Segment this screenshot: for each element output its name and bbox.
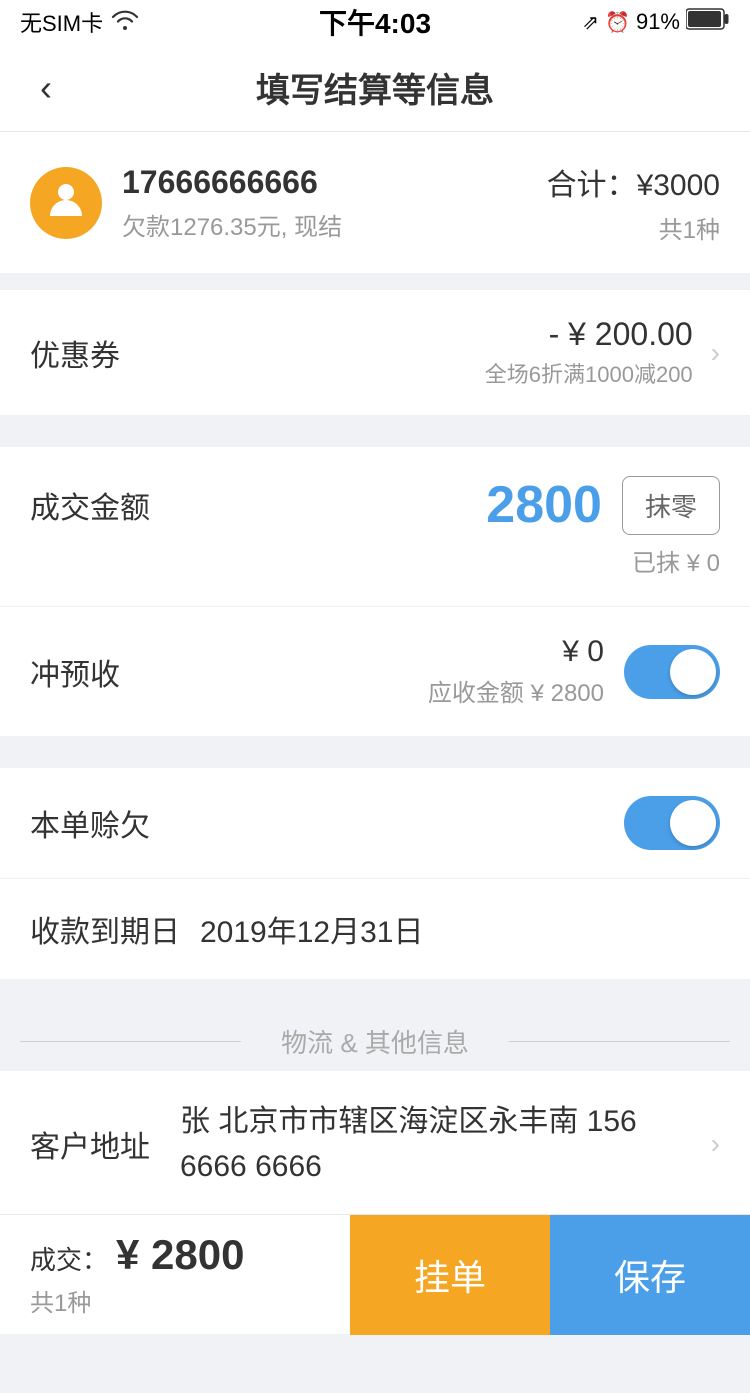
- back-button[interactable]: ‹: [30, 57, 62, 119]
- duedate-value: 2019年12月31日: [200, 907, 423, 951]
- bottom-summary: 成交： ¥ 2800 共1种: [0, 1231, 350, 1318]
- round-button[interactable]: 抹零: [622, 476, 720, 535]
- battery-icon: [686, 8, 730, 36]
- customer-info: 17666666666 欠款1276.35元, 现结: [122, 164, 547, 242]
- transaction-section: 成交金额 2800 抹零 已抹 ¥ 0 冲预收 ¥ 0 应收金额 ¥ 2800: [0, 447, 750, 736]
- debit-row: 本单赊欠: [0, 768, 750, 878]
- transaction-right: 2800 抹零: [486, 475, 720, 535]
- separator-2: [0, 752, 750, 768]
- precollect-label: 冲预收: [30, 650, 120, 694]
- debit-toggle-knob: [670, 800, 716, 846]
- bottom-amount-row: 成交： ¥ 2800: [30, 1231, 320, 1279]
- bottom-bar: 成交： ¥ 2800 共1种 挂单 保存: [0, 1214, 750, 1334]
- address-inner-row: 客户地址 张 北京市市辖区海淀区永丰南 156 6666 6666 ›: [30, 1099, 720, 1189]
- address-value: 张 北京市市辖区海淀区永丰南 156 6666 6666: [180, 1099, 695, 1189]
- nav-title: 填写结算等信息: [256, 63, 494, 112]
- customer-phone: 17666666666: [122, 164, 547, 201]
- duedate-label: 收款到期日: [30, 907, 180, 951]
- precollect-toggle[interactable]: [624, 645, 720, 699]
- status-left: 无SIM卡: [20, 6, 139, 38]
- address-label: 客户地址: [30, 1122, 150, 1166]
- logistics-text: 物流 & 其他信息: [261, 1023, 489, 1060]
- debit-inner-row: 本单赊欠: [30, 796, 720, 850]
- coupon-label: 优惠券: [30, 331, 485, 375]
- customer-section: 17666666666 欠款1276.35元, 现结 合计：¥3000 共1种: [0, 132, 750, 273]
- logistics-line-right: [509, 1041, 730, 1042]
- avatar-icon: [46, 178, 86, 228]
- transaction-amount-row: 成交金额 2800 抹零 已抹 ¥ 0: [0, 447, 750, 606]
- wifi-icon: [111, 8, 139, 36]
- duedate-row: 收款到期日 2019年12月31日: [30, 907, 720, 951]
- status-bar: 无SIM卡 下午4:03 ⇗ ⏰ 91%: [0, 0, 750, 44]
- save-button[interactable]: 保存: [550, 1215, 750, 1335]
- toggle-knob: [670, 649, 716, 695]
- precollect-section: 冲预收 ¥ 0 应收金额 ¥ 2800: [0, 606, 750, 736]
- customer-total: 合计：¥3000 共1种: [547, 160, 720, 245]
- total-count: 共1种: [547, 210, 720, 245]
- debit-toggle[interactable]: [624, 796, 720, 850]
- duedate-section: 收款到期日 2019年12月31日: [0, 878, 750, 979]
- coupon-section[interactable]: 优惠券 - ¥ 200.00 全场6折满1000减200 ›: [0, 289, 750, 415]
- precollect-amount: ¥ 0: [428, 635, 604, 669]
- transaction-amount: 2800: [486, 475, 602, 535]
- transaction-label: 成交金额: [30, 483, 150, 527]
- coupon-desc: 全场6折满1000减200: [485, 357, 693, 389]
- main-content: 17666666666 欠款1276.35元, 现结 合计：¥3000 共1种 …: [0, 132, 750, 1393]
- logistics-line-left: [20, 1041, 241, 1042]
- bottom-amount: ¥ 2800: [116, 1231, 244, 1279]
- coupon-discount: - ¥ 200.00 全场6折满1000减200: [485, 316, 693, 389]
- logistics-divider: 物流 & 其他信息: [0, 1011, 750, 1071]
- status-time: 下午4:03: [319, 2, 431, 42]
- total-amount: 合计：¥3000: [547, 160, 720, 204]
- battery-text: 91%: [636, 9, 680, 35]
- separator-1: [0, 431, 750, 447]
- debit-label: 本单赊欠: [30, 801, 150, 845]
- coupon-right: - ¥ 200.00 全场6折满1000减200 ›: [485, 316, 720, 389]
- address-chevron-icon: ›: [711, 1128, 720, 1160]
- address-row: 客户地址 张 北京市市辖区海淀区永丰南 156 6666 6666 ›: [0, 1071, 750, 1217]
- separator-3: [0, 995, 750, 1011]
- chevron-right-icon: ›: [711, 337, 720, 369]
- bottom-count: 共1种: [30, 1283, 320, 1318]
- coupon-amount: - ¥ 200.00: [485, 316, 693, 353]
- carrier-text: 无SIM卡: [20, 6, 103, 38]
- address-section: 客户地址 张 北京市市辖区海淀区永丰南 156 6666 6666 ›: [0, 1071, 750, 1217]
- location-icon: ⇗: [582, 10, 599, 35]
- precollect-row: 冲预收 ¥ 0 应收金额 ¥ 2800: [30, 635, 720, 708]
- transaction-row: 成交金额 2800 抹零: [30, 475, 720, 535]
- debit-section: 本单赊欠 收款到期日 2019年12月31日: [0, 768, 750, 979]
- precollect-amount-group: ¥ 0 应收金额 ¥ 2800: [428, 635, 604, 708]
- suspend-button[interactable]: 挂单: [350, 1215, 550, 1335]
- nav-bar: ‹ 填写结算等信息: [0, 44, 750, 132]
- alarm-icon: ⏰: [605, 10, 630, 35]
- already-rounded: 已抹 ¥ 0: [30, 543, 720, 578]
- avatar: [30, 167, 102, 239]
- status-right: ⇗ ⏰ 91%: [582, 8, 730, 36]
- customer-debt: 欠款1276.35元, 现结: [122, 207, 547, 242]
- precollect-right: ¥ 0 应收金额 ¥ 2800: [428, 635, 720, 708]
- precollect-receivable: 应收金额 ¥ 2800: [428, 673, 604, 708]
- bottom-label: 成交：: [30, 1240, 108, 1277]
